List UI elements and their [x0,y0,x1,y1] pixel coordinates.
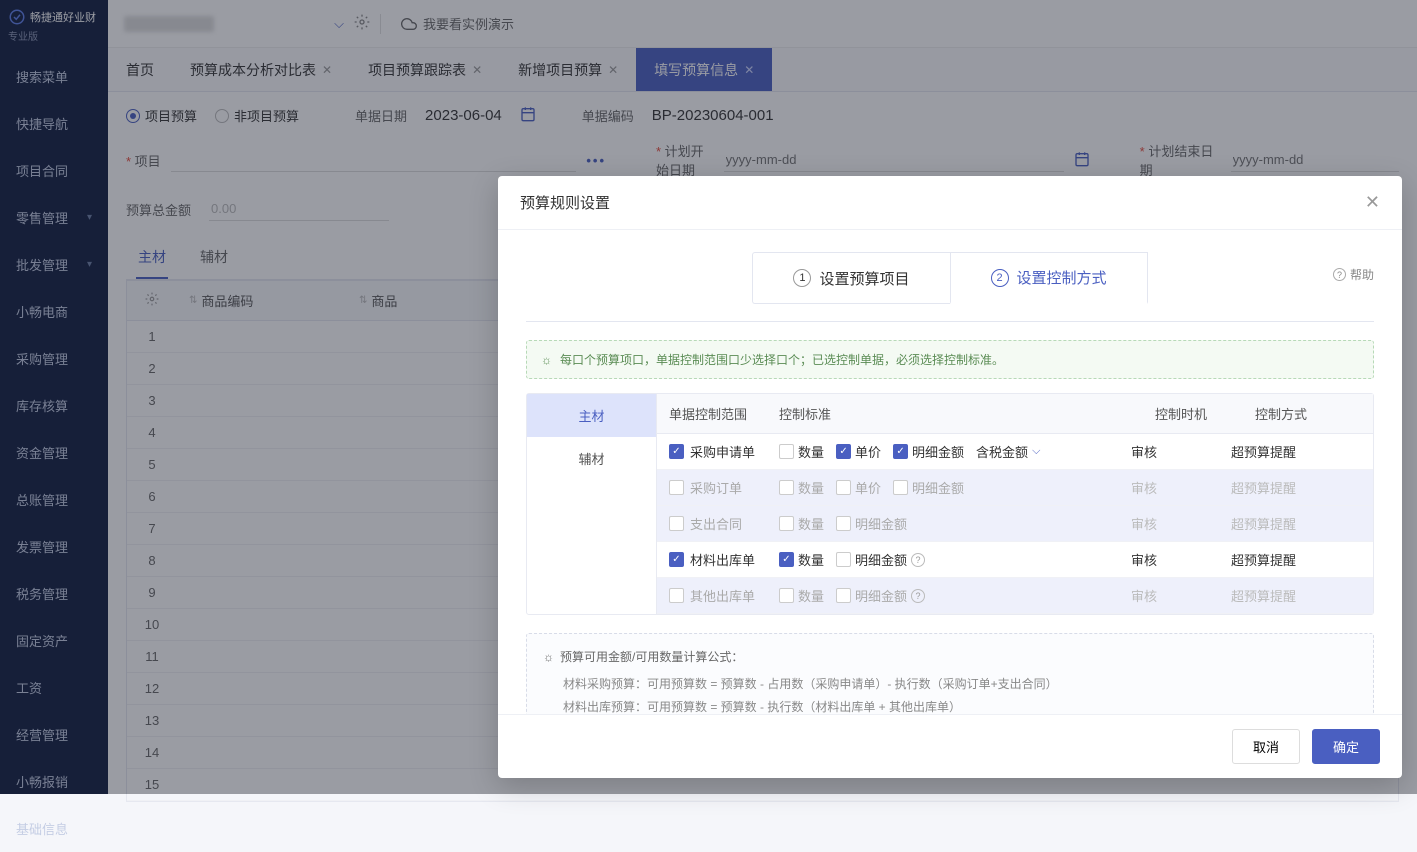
method-value: 超预算提醒 [1231,586,1361,605]
timing-value: 审核 [1131,550,1231,569]
step-tab-1[interactable]: 1设置预算项目 [752,252,949,304]
col-method: 控制方式 [1243,394,1373,433]
checkbox-scope[interactable] [669,552,684,567]
checkbox-scope[interactable] [669,588,684,603]
method-value: 超预算提醒 [1231,478,1361,497]
timing-value: 审核 [1131,478,1231,497]
checkbox-detail[interactable] [836,588,851,603]
method-value: 超预算提醒 [1231,550,1361,569]
col-standard: 控制标准 [767,394,1143,433]
control-row-1: 采购订单数量单价明细金额审核超预算提醒 [657,470,1373,506]
bulb-icon: ☼ [543,646,554,669]
info-icon[interactable]: ? [911,589,925,603]
cancel-button[interactable]: 取消 [1232,729,1300,764]
checkbox-detail[interactable] [893,444,908,459]
col-scope: 单据控制范围 [657,394,767,433]
timing-value: 审核 [1131,514,1231,533]
checkbox-qty[interactable] [779,444,794,459]
checkbox-qty[interactable] [779,552,794,567]
control-row-3: 材料出库单数量明细金额?审核超预算提醒 [657,542,1373,578]
checkbox-scope[interactable] [669,516,684,531]
close-icon[interactable]: ✕ [1365,192,1380,213]
checkbox-qty[interactable] [779,588,794,603]
method-value: 超预算提醒 [1231,442,1361,461]
checkbox-qty[interactable] [779,480,794,495]
info-icon[interactable]: ? [911,553,925,567]
timing-value: 审核 [1131,586,1231,605]
bulb-icon: ☼ [541,353,552,367]
control-row-4: 其他出库单数量明细金额?审核超预算提醒 [657,578,1373,614]
control-config: 主材 辅材 单据控制范围 控制标准 控制时机 控制方式 采购申请单数量单价明细金… [526,393,1374,615]
confirm-button[interactable]: 确定 [1312,729,1380,764]
tip-banner: ☼ 每口个预算项口，单据控制范围口少选择口个；已选控制单据，必须选择控制标准。 [526,340,1374,379]
checkbox-detail[interactable] [836,516,851,531]
checkbox-scope[interactable] [669,444,684,459]
step-tab-2[interactable]: 2设置控制方式 [950,252,1148,304]
sidebar-item-16[interactable]: 基础信息 [0,805,108,852]
checkbox-detail[interactable] [893,480,908,495]
formula-info: ☼预算可用金额/可用数量计算公式： 材料采购预算：可用预算数 = 预算数 - 占… [526,633,1374,714]
checkbox-price[interactable] [836,444,851,459]
cfg-tab-main[interactable]: 主材 [527,394,656,437]
cfg-tab-aux[interactable]: 辅材 [527,437,656,480]
method-value: 超预算提醒 [1231,514,1361,533]
control-row-0: 采购申请单数量单价明细金额含税金额 ⌵审核超预算提醒 [657,434,1373,470]
dialog-title: 预算规则设置 [520,192,610,213]
timing-value: 审核 [1131,442,1231,461]
budget-rule-dialog: 预算规则设置 ✕ 1设置预算项目 2设置控制方式 ?帮助 ☼ 每口个预算项口，单… [498,176,1402,778]
help-link[interactable]: ?帮助 [1333,266,1374,283]
chevron-down-icon[interactable]: ⌵ [1032,445,1040,458]
col-timing: 控制时机 [1143,394,1243,433]
checkbox-detail[interactable] [836,552,851,567]
checkbox-scope[interactable] [669,480,684,495]
checkbox-price[interactable] [836,480,851,495]
control-row-2: 支出合同数量明细金额审核超预算提醒 [657,506,1373,542]
checkbox-qty[interactable] [779,516,794,531]
